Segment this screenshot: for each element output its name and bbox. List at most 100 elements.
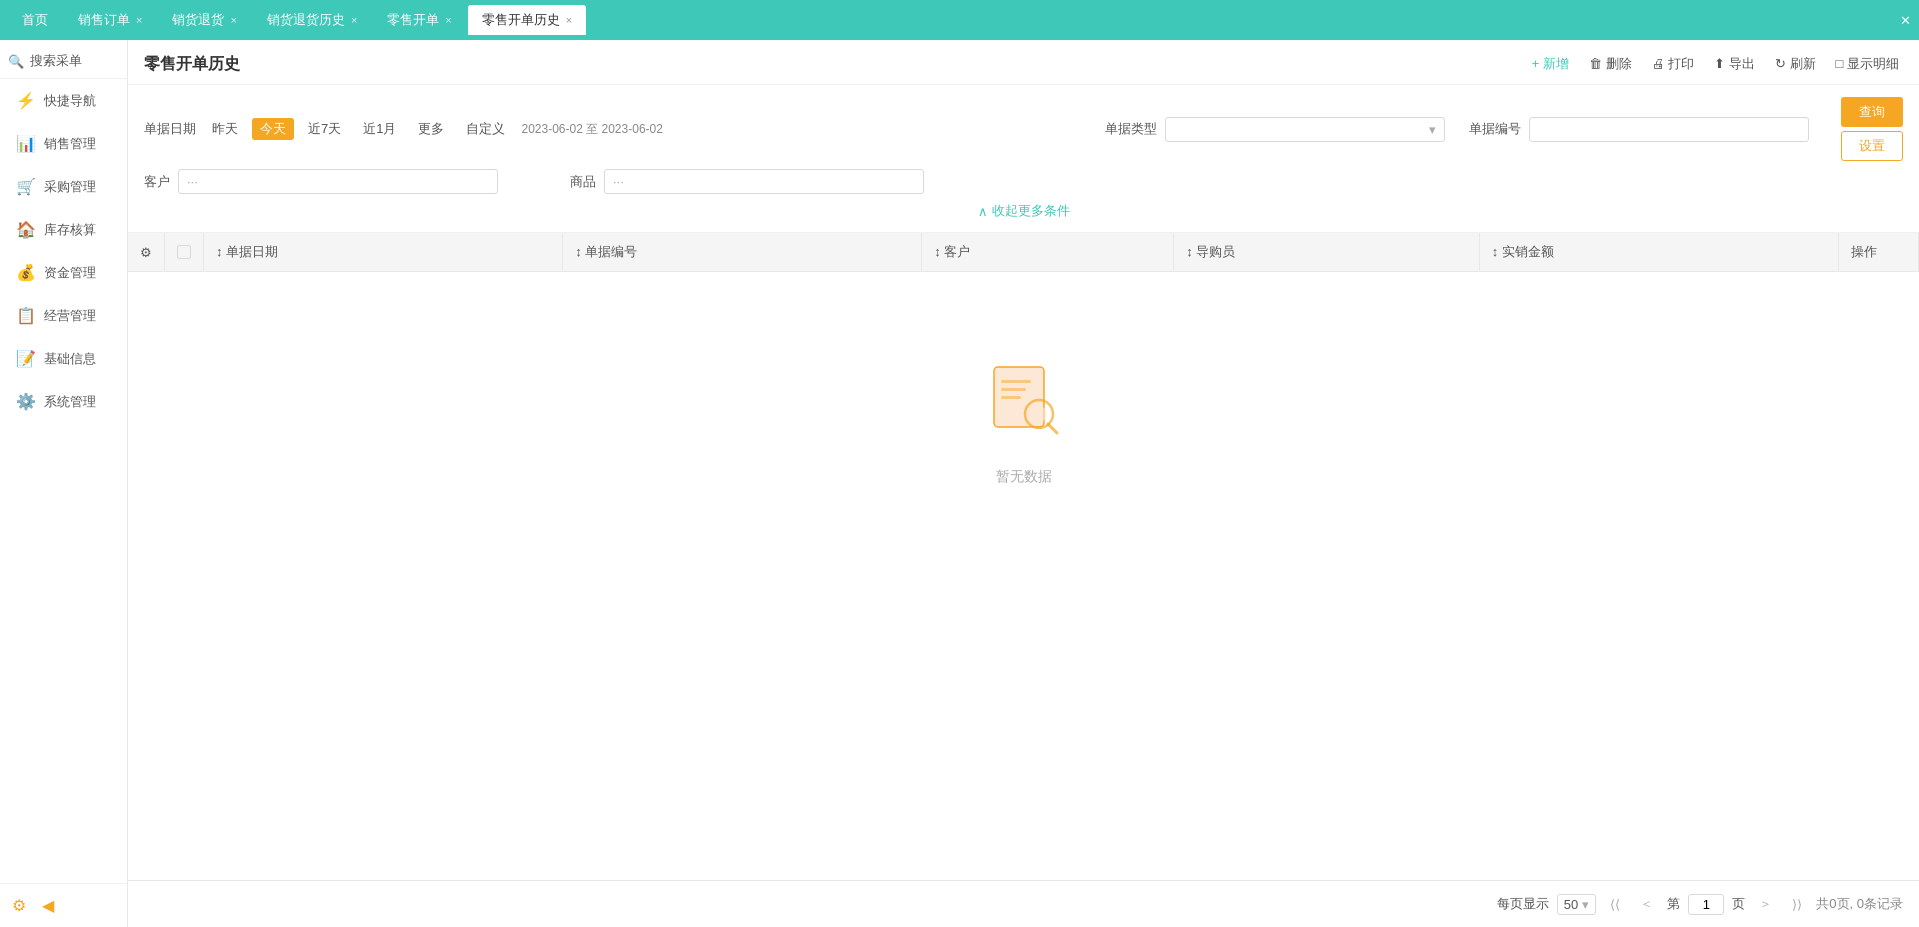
query-button[interactable]: 查询 [1841, 97, 1903, 127]
close-tab-sales-return-icon[interactable]: × [230, 14, 236, 26]
sidebar-item-fund-mgmt[interactable]: 💰 资金管理 [0, 251, 127, 294]
data-table: ⚙ ↕ 单据日期 ↕ 单据编号 ↕ 客户 [128, 233, 1919, 272]
goods-filter-select[interactable]: ··· [604, 169, 924, 194]
svg-point-6 [1031, 406, 1047, 422]
setting-button[interactable]: 设置 [1841, 131, 1903, 161]
sidebar-item-purchase-mgmt[interactable]: 🛒 采购管理 [0, 165, 127, 208]
sidebar-item-basic-info[interactable]: 📝 基础信息 [0, 337, 127, 380]
prev-page-button[interactable]: ＜ [1634, 893, 1659, 915]
filter-row-2: 客户 ··· 商品 ··· [144, 169, 1903, 194]
sidebar-icon-sys-mgmt: ⚙️ [16, 392, 36, 411]
print-button[interactable]: 🖨 打印 [1648, 52, 1699, 76]
refresh-button[interactable]: ↻ 刷新 [1771, 52, 1820, 76]
settings-icon[interactable]: ⚙ [12, 896, 26, 915]
page-size-label: 每页显示 [1497, 895, 1549, 913]
delete-button[interactable]: 🗑 删除 [1585, 52, 1636, 76]
close-tab-sales-order-icon[interactable]: × [136, 14, 142, 26]
type-filter-item: 单据类型 ▾ [1105, 117, 1445, 142]
date-option-自定义[interactable]: 自定义 [458, 118, 513, 140]
sidebar-label-fund-mgmt: 资金管理 [44, 264, 96, 282]
content-area: 零售开单历史 + 新增 🗑 删除 🖨 打印 ⬆ 导出 ↻ 刷新 □ 显示明细 单… [128, 40, 1919, 927]
customer-filter-item: 客户 ··· [144, 169, 498, 194]
tab-retail-open-history[interactable]: 零售开单历史× [468, 5, 586, 35]
sidebar-icon-fund-mgmt: 💰 [16, 263, 36, 282]
sidebar-items: ⚡ 快捷导航📊 销售管理🛒 采购管理🏠 库存核算💰 资金管理📋 经营管理📝 基础… [0, 79, 127, 423]
date-option-今天[interactable]: 今天 [252, 118, 294, 140]
date-filter-item: 单据日期 昨天今天近7天近1月更多自定义 2023-06-02 至 2023-0… [144, 118, 663, 140]
search-label: 搜索采单 [30, 52, 82, 70]
first-page-button[interactable]: ⟨⟨ [1604, 895, 1626, 914]
last-page-button[interactable]: ⟩⟩ [1786, 895, 1808, 914]
sidebar-item-quick-nav[interactable]: ⚡ 快捷导航 [0, 79, 127, 122]
customer-dots: ··· [187, 174, 489, 189]
type-filter-select[interactable]: ▾ [1165, 117, 1445, 142]
code-filter-label: 单据编号 [1469, 120, 1521, 138]
goods-filter-label: 商品 [570, 173, 596, 191]
tab-sales-order[interactable]: 销售订单× [64, 5, 156, 35]
code-filter-input[interactable] [1529, 117, 1809, 142]
display-detail-button[interactable]: □ 显示明细 [1832, 52, 1903, 76]
collapse-sidebar-icon[interactable]: ◀ [42, 896, 54, 915]
sidebar-icon-ops-mgmt: 📋 [16, 306, 36, 325]
top-navigation: 首页销售订单×销货退货×销货退货历史×零售开单×零售开单历史× ✕ [0, 0, 1919, 40]
close-tab-retail-open-history-icon[interactable]: × [566, 14, 572, 26]
tab-retail-open[interactable]: 零售开单× [373, 5, 465, 35]
date-option-更多[interactable]: 更多 [410, 118, 452, 140]
sidebar-item-sys-mgmt[interactable]: ⚙️ 系统管理 [0, 380, 127, 423]
collapse-filter-btn[interactable]: ∧ 收起更多条件 [144, 202, 1903, 220]
th-salesperson: ↕ 导购员 [1174, 233, 1480, 272]
svg-rect-2 [1001, 388, 1026, 391]
collapse-filter-label: 收起更多条件 [992, 202, 1070, 220]
sidebar-item-ops-mgmt[interactable]: 📋 经营管理 [0, 294, 127, 337]
th-customer: ↕ 客户 [922, 233, 1174, 272]
th-customer-label: ↕ 客户 [934, 244, 970, 259]
toolbar: + 新增 🗑 删除 🖨 打印 ⬆ 导出 ↻ 刷新 □ 显示明细 [1528, 52, 1903, 76]
chevron-up-icon: ∧ [978, 204, 988, 219]
th-ops-label: 操作 [1851, 244, 1877, 259]
sidebar-icon-quick-nav: ⚡ [16, 91, 36, 110]
page-size-select[interactable]: 50 ▾ [1557, 894, 1596, 915]
table-container: ⚙ ↕ 单据日期 ↕ 单据编号 ↕ 客户 [128, 233, 1919, 880]
close-tab-sales-return-history-icon[interactable]: × [351, 14, 357, 26]
main-layout: 🔍 搜索采单 ⚡ 快捷导航📊 销售管理🛒 采购管理🏠 库存核算💰 资金管理📋 经… [0, 40, 1919, 927]
filter-row-1: 单据日期 昨天今天近7天近1月更多自定义 2023-06-02 至 2023-0… [144, 97, 1903, 161]
tab-home[interactable]: 首页 [8, 5, 62, 35]
type-select-arrow-icon: ▾ [1429, 122, 1436, 137]
sidebar-bottom: ⚙ ◀ [0, 883, 127, 927]
sidebar-item-sales-mgmt[interactable]: 📊 销售管理 [0, 122, 127, 165]
th-date: ↕ 单据日期 [204, 233, 563, 272]
close-window-icon[interactable]: ✕ [1900, 13, 1911, 28]
th-code-label: ↕ 单据编号 [575, 244, 637, 259]
sidebar-label-basic-info: 基础信息 [44, 350, 96, 368]
total-info: 共0页, 0条记录 [1816, 895, 1903, 913]
sidebar-item-inventory[interactable]: 🏠 库存核算 [0, 208, 127, 251]
date-option-近7天[interactable]: 近7天 [300, 118, 349, 140]
column-settings-icon[interactable]: ⚙ [140, 245, 152, 260]
sidebar-label-inventory: 库存核算 [44, 221, 96, 239]
svg-line-5 [1048, 424, 1057, 433]
sidebar-icon-basic-info: 📝 [16, 349, 36, 368]
page-title: 零售开单历史 [144, 54, 240, 75]
date-range-text: 2023-06-02 至 2023-06-02 [521, 121, 662, 138]
export-button[interactable]: ⬆ 导出 [1710, 52, 1759, 76]
top-nav-right: ✕ [1900, 13, 1911, 28]
customer-filter-label: 客户 [144, 173, 170, 191]
date-option-近1月[interactable]: 近1月 [355, 118, 404, 140]
tab-sales-return[interactable]: 销货退货× [158, 5, 250, 35]
th-date-label: ↕ 单据日期 [216, 244, 278, 259]
add-button[interactable]: + 新增 [1528, 52, 1573, 76]
select-all-checkbox[interactable] [177, 245, 191, 259]
sidebar-search[interactable]: 🔍 搜索采单 [0, 40, 127, 79]
date-option-昨天[interactable]: 昨天 [204, 118, 246, 140]
svg-rect-3 [1001, 396, 1021, 399]
page-number-input[interactable]: 1 [1688, 894, 1724, 915]
sidebar-icon-inventory: 🏠 [16, 220, 36, 239]
th-code: ↕ 单据编号 [563, 233, 922, 272]
sidebar-icon-purchase-mgmt: 🛒 [16, 177, 36, 196]
svg-rect-1 [1001, 380, 1031, 383]
customer-filter-select[interactable]: ··· [178, 169, 498, 194]
tab-sales-return-history[interactable]: 销货退货历史× [253, 5, 371, 35]
next-page-button[interactable]: ＞ [1753, 893, 1778, 915]
close-tab-retail-open-icon[interactable]: × [445, 14, 451, 26]
page-word: 页 [1732, 895, 1745, 913]
